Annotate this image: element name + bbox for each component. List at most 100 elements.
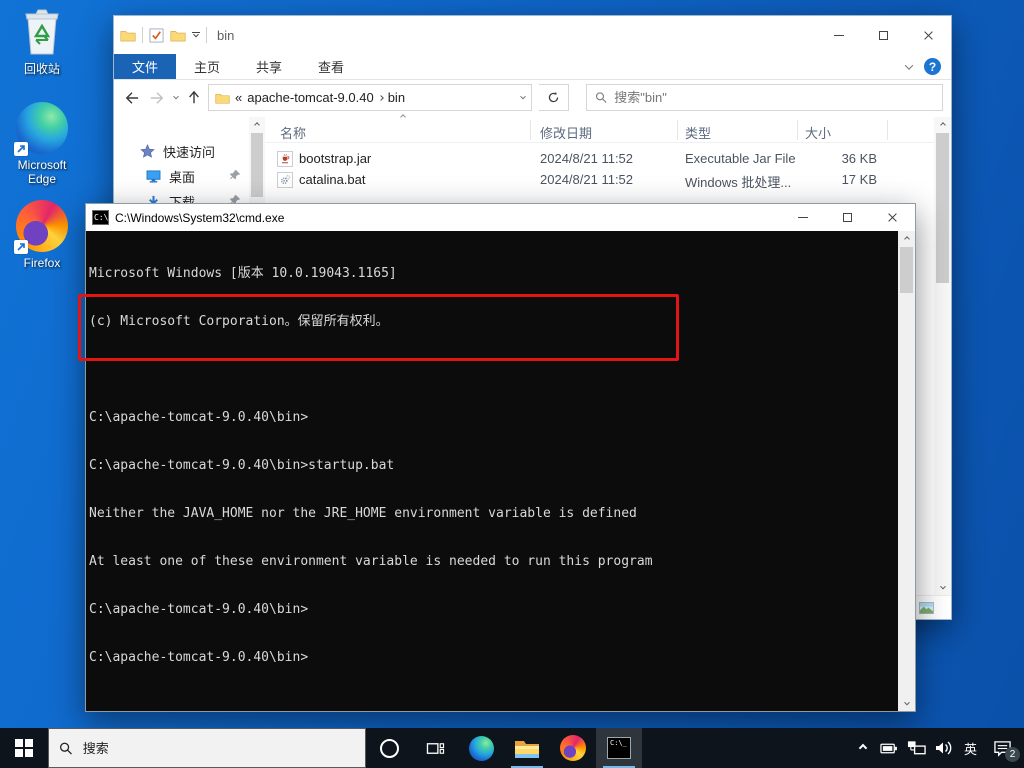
- task-view-button[interactable]: [412, 728, 458, 768]
- scroll-down-icon[interactable]: [939, 583, 946, 589]
- cmd-titlebar[interactable]: C:\ C:\Windows\System32\cmd.exe: [86, 204, 915, 231]
- maximize-button[interactable]: [825, 204, 870, 231]
- network-button[interactable]: [903, 728, 930, 768]
- scroll-up-icon[interactable]: [254, 121, 260, 128]
- quick-access-star-icon: [140, 144, 155, 158]
- refresh-icon: [548, 91, 559, 103]
- battery-button[interactable]: [876, 728, 903, 768]
- chevron-up-icon: [858, 743, 867, 753]
- back-icon[interactable]: [124, 91, 140, 105]
- ribbon-expand-icon[interactable]: [904, 60, 914, 70]
- scroll-up-icon[interactable]: [939, 121, 946, 128]
- refresh-button[interactable]: [539, 84, 569, 111]
- column-header-size[interactable]: 大小: [805, 123, 831, 142]
- desktop-icon-edge[interactable]: Microsoft Edge: [6, 102, 78, 186]
- folder-icon: [120, 30, 136, 41]
- taskbar-firefox-button[interactable]: [550, 728, 596, 768]
- cortana-button[interactable]: [366, 728, 412, 768]
- file-modified: 2024/8/21 11:52: [540, 151, 634, 166]
- bat-file-icon: [277, 172, 293, 188]
- desktop-icon-label: 回收站: [23, 62, 60, 76]
- scrollbar-thumb[interactable]: [900, 247, 913, 293]
- taskbar-search-input[interactable]: [82, 740, 355, 756]
- desktop-icon-firefox[interactable]: Firefox: [6, 200, 78, 270]
- breadcrumb-prefix[interactable]: «: [235, 90, 242, 105]
- file-row-catalina[interactable]: catalina.bat 2024/8/21 11:52 Windows 批处理…: [265, 170, 934, 191]
- maximize-icon: [843, 213, 852, 222]
- minimize-button[interactable]: [816, 16, 861, 54]
- address-dropdown-icon[interactable]: [520, 93, 526, 99]
- sidebar-item-quick-access[interactable]: 快速访问: [114, 139, 249, 164]
- column-headers: 名称 修改日期 类型 大小: [265, 114, 934, 143]
- breadcrumb-current[interactable]: bin: [388, 90, 405, 105]
- tab-home[interactable]: 主页: [176, 54, 238, 79]
- up-icon[interactable]: [187, 90, 201, 105]
- file-name[interactable]: catalina.bat: [299, 172, 366, 187]
- cmd-icon: C:\_: [607, 737, 631, 759]
- taskbar-edge-button[interactable]: [458, 728, 504, 768]
- cortana-icon: [379, 738, 399, 758]
- ime-indicator[interactable]: 英: [957, 728, 984, 768]
- minimize-icon: [833, 34, 844, 36]
- jar-file-icon: [277, 151, 293, 167]
- file-row-bootstrap[interactable]: bootstrap.jar 2024/8/21 11:52 Executable…: [265, 149, 934, 170]
- separator: [206, 27, 207, 43]
- scroll-up-icon[interactable]: [903, 235, 910, 242]
- pin-icon: [230, 169, 241, 180]
- cmd-line: C:\apache-tomcat-9.0.40\bin>: [89, 410, 309, 425]
- close-button[interactable]: [870, 204, 915, 231]
- desktop-icon-recycle-bin[interactable]: 回收站: [6, 8, 78, 77]
- column-header-modified[interactable]: 修改日期: [540, 123, 592, 142]
- scrollbar-thumb[interactable]: [251, 133, 263, 197]
- close-icon: [887, 212, 898, 223]
- file-size: 17 KB: [841, 172, 877, 187]
- maximize-button[interactable]: [861, 16, 906, 54]
- cmd-line-error: Neither the JAVA_HOME nor the JRE_HOME e…: [89, 506, 637, 521]
- column-header-type[interactable]: 类型: [685, 123, 711, 142]
- minimize-icon: [797, 217, 808, 218]
- explorer-titlebar[interactable]: bin: [114, 16, 951, 54]
- recent-locations-icon[interactable]: [173, 93, 179, 99]
- edge-icon: [468, 735, 494, 761]
- start-button[interactable]: [0, 728, 48, 768]
- tab-file[interactable]: 文件: [114, 54, 177, 79]
- cmd-line: C:\apache-tomcat-9.0.40\bin>: [89, 602, 309, 617]
- qat-customize-icon[interactable]: [192, 31, 200, 39]
- explorer-search[interactable]: [586, 84, 943, 111]
- folder-icon: [215, 93, 230, 104]
- qat-folder-icon[interactable]: [170, 29, 186, 42]
- file-name[interactable]: bootstrap.jar: [299, 151, 371, 166]
- breadcrumb-folder[interactable]: apache-tomcat-9.0.40: [247, 90, 373, 105]
- sidebar-item-desktop[interactable]: 桌面: [114, 164, 249, 189]
- separator: [142, 27, 143, 43]
- file-type: Windows 批处理...: [685, 175, 792, 190]
- tab-view[interactable]: 查看: [300, 54, 362, 79]
- search-icon: [59, 742, 72, 755]
- scrollbar-thumb[interactable]: [936, 133, 949, 283]
- close-button[interactable]: [906, 16, 951, 54]
- taskbar: C:\_ 英 2: [0, 728, 1024, 768]
- action-center-button[interactable]: 2: [984, 728, 1020, 768]
- cmd-scrollbar[interactable]: [898, 231, 915, 711]
- notification-badge: 2: [1005, 747, 1020, 762]
- tab-share[interactable]: 共享: [238, 54, 300, 79]
- taskbar-search[interactable]: [48, 728, 366, 768]
- cmd-title: C:\Windows\System32\cmd.exe: [115, 210, 285, 225]
- taskbar-explorer-button[interactable]: [504, 728, 550, 768]
- recycle-bin-icon: [20, 8, 64, 56]
- tray-expand-button[interactable]: [849, 728, 876, 768]
- minimize-button[interactable]: [780, 204, 825, 231]
- explorer-search-input[interactable]: [614, 90, 934, 105]
- taskbar-cmd-button[interactable]: C:\_: [596, 728, 642, 768]
- help-icon[interactable]: ?: [924, 58, 941, 75]
- forward-icon[interactable]: [149, 91, 165, 105]
- thumbnail-view-button[interactable]: [915, 599, 937, 617]
- address-box[interactable]: « apache-tomcat-9.0.40 bin: [208, 84, 532, 111]
- qat-check-icon[interactable]: [149, 27, 164, 43]
- column-header-name[interactable]: 名称: [280, 123, 306, 142]
- list-scrollbar[interactable]: [934, 117, 951, 595]
- close-icon: [923, 30, 934, 41]
- volume-button[interactable]: [930, 728, 957, 768]
- scroll-down-icon[interactable]: [903, 699, 910, 705]
- sidebar-item-label: 桌面: [169, 170, 196, 185]
